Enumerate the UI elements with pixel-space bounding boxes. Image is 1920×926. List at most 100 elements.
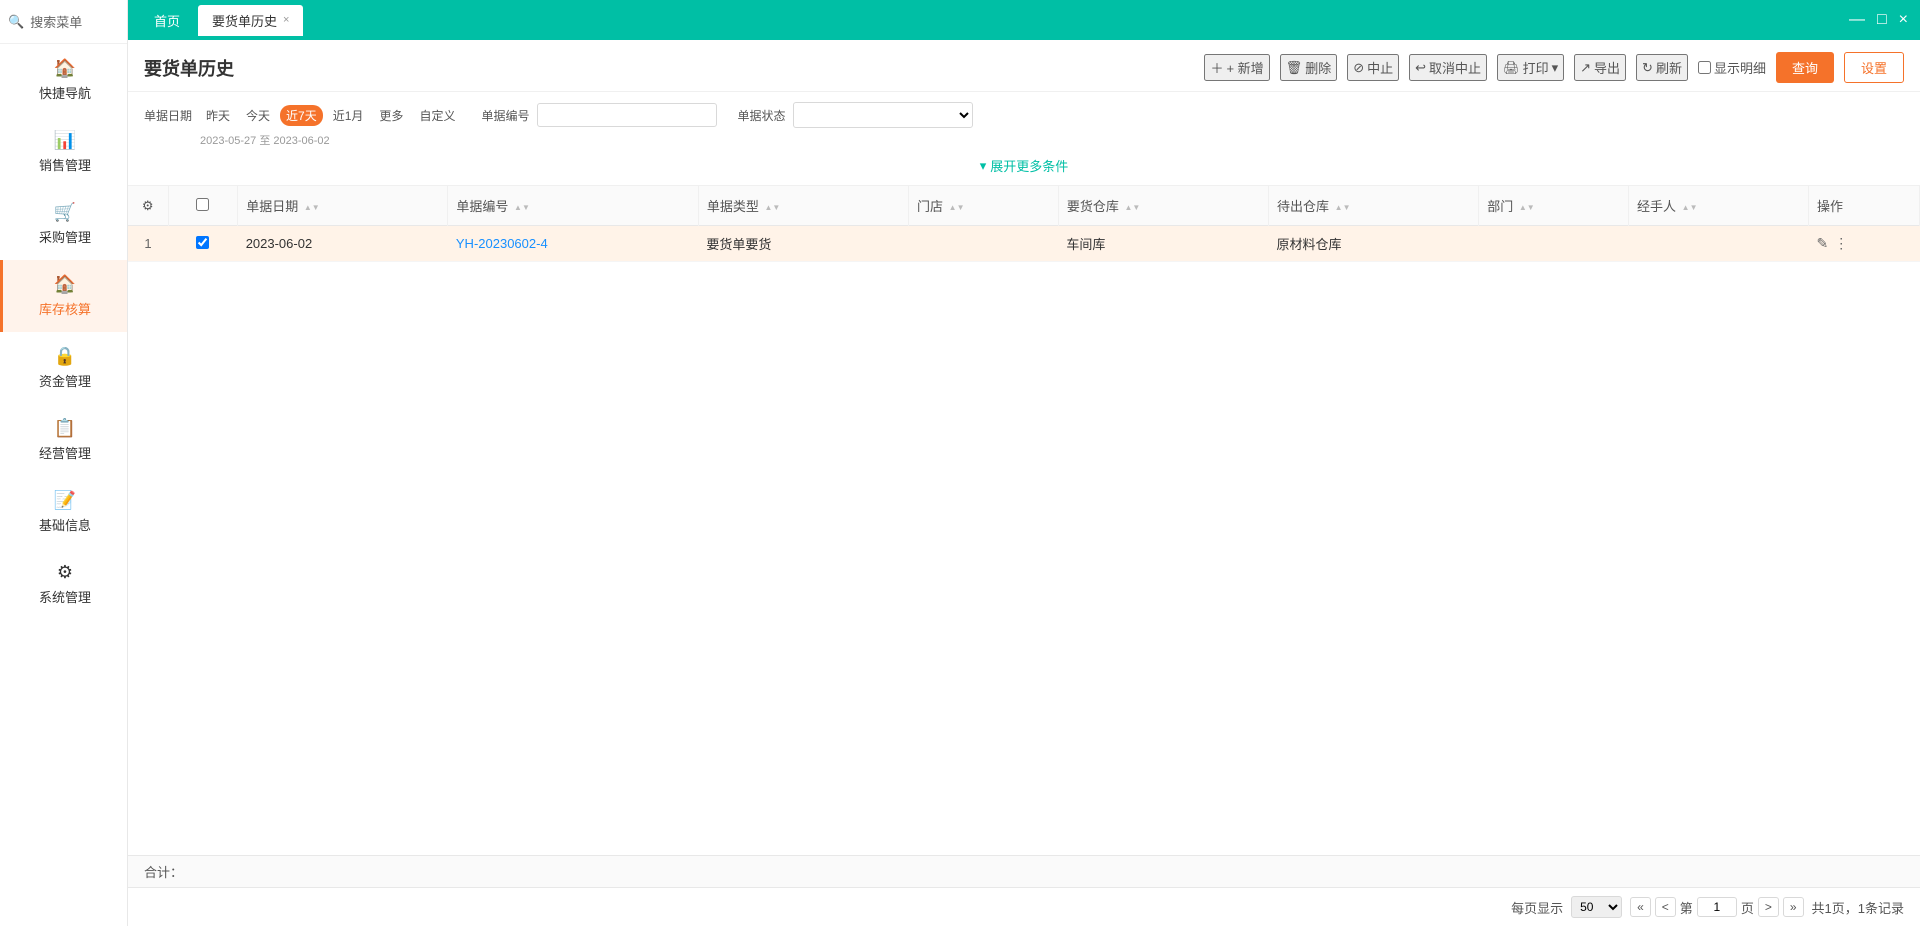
sidebar: 🔍 搜索菜单 🏠 快捷导航 📊 销售管理 🛒 采购管理 🏠 库存核算 🔒 资金管… bbox=[0, 0, 128, 926]
row-actions: ✎ ⋮ bbox=[1809, 226, 1920, 262]
row-edit-icon[interactable]: ✎ bbox=[1817, 235, 1829, 252]
sidebar-item-inventory[interactable]: 🏠 库存核算 bbox=[0, 260, 127, 332]
sort-docno-icon[interactable]: ▲▼ bbox=[514, 203, 530, 212]
date-filter-group: 单据日期 昨天 今天 近7天 近1月 更多 自定义 bbox=[144, 105, 461, 126]
chart-icon: 📊 bbox=[54, 130, 76, 151]
toolbar: ＋ + 新增 🗑 删除 ⊘ 中止 ↩ 取消中止 🖨 打印 bbox=[1204, 52, 1904, 83]
table-footer: 合计： bbox=[128, 855, 1920, 887]
prev-page-btn[interactable]: < bbox=[1655, 897, 1676, 917]
sort-department-icon[interactable]: ▲▼ bbox=[1519, 203, 1535, 212]
print-button[interactable]: 🖨 打印 ▾ bbox=[1497, 54, 1564, 81]
date-range-display: 2023-05-27 至 2023-06-02 bbox=[200, 132, 330, 148]
settings-col-header[interactable]: ⚙ bbox=[128, 186, 168, 226]
cancel-stop-button[interactable]: ↩ 取消中止 bbox=[1409, 54, 1487, 81]
display-detail-toggle[interactable]: 显示明细 bbox=[1698, 58, 1766, 77]
shortcut-custom[interactable]: 自定义 bbox=[413, 105, 461, 126]
sidebar-item-basic[interactable]: 📝 基础信息 bbox=[0, 476, 127, 548]
page-label-after: 页 bbox=[1741, 898, 1754, 917]
sidebar-item-sales[interactable]: 📊 销售管理 bbox=[0, 116, 127, 188]
doc-icon: 📝 bbox=[54, 490, 76, 511]
maximize-icon[interactable]: □ bbox=[1877, 11, 1887, 29]
query-button[interactable]: 查询 bbox=[1776, 52, 1834, 83]
table-row: 1 2023-06-02 YH-20230602-4 要货单要货 车间库 原材料… bbox=[128, 226, 1920, 262]
main-area: 首页 要货单历史 × — □ × 要货单历史 ＋ + 新增 🗑 删除 bbox=[128, 0, 1920, 926]
refresh-icon: ↻ bbox=[1642, 60, 1653, 76]
sidebar-item-label: 销售管理 bbox=[39, 155, 91, 174]
doc-no-input[interactable] bbox=[537, 103, 717, 127]
shortcut-last1month[interactable]: 近1月 bbox=[327, 105, 370, 126]
row-more-icon[interactable]: ⋮ bbox=[1834, 235, 1848, 252]
page-size-select[interactable]: 50 10 20 100 bbox=[1571, 896, 1622, 918]
topbar: 首页 要货单历史 × — □ × bbox=[128, 0, 1920, 40]
filter-area: 单据日期 昨天 今天 近7天 近1月 更多 自定义 单据编号 单据状态 bbox=[128, 92, 1920, 186]
sort-date-icon[interactable]: ▲▼ bbox=[304, 203, 320, 212]
sidebar-item-label: 采购管理 bbox=[39, 227, 91, 246]
doc-no-link[interactable]: YH-20230602-4 bbox=[456, 236, 548, 251]
date-filter-label: 单据日期 bbox=[144, 107, 192, 124]
row-pending-warehouse: 原材料仓库 bbox=[1269, 226, 1479, 262]
search-icon: 🔍 bbox=[8, 14, 24, 30]
page-size-label: 每页显示 bbox=[1511, 898, 1563, 917]
row-date: 2023-06-02 bbox=[238, 226, 448, 262]
sidebar-search-label: 搜索菜单 bbox=[30, 12, 82, 31]
col-doc-type: 单据类型 ▲▼ bbox=[698, 186, 908, 226]
filter-row: 单据日期 昨天 今天 近7天 近1月 更多 自定义 单据编号 单据状态 bbox=[144, 102, 1904, 128]
settings-button[interactable]: 设置 bbox=[1844, 52, 1904, 83]
sidebar-item-finance[interactable]: 🔒 资金管理 bbox=[0, 332, 127, 404]
stop-button[interactable]: ⊘ 中止 bbox=[1347, 54, 1399, 81]
shortcut-more[interactable]: 更多 bbox=[373, 105, 409, 126]
tab-home[interactable]: 首页 bbox=[140, 5, 194, 36]
page-title: 要货单历史 bbox=[144, 55, 234, 81]
sidebar-item-label: 系统管理 bbox=[39, 587, 91, 606]
row-checkbox[interactable] bbox=[196, 236, 209, 249]
row-index: 1 bbox=[128, 226, 168, 262]
print-icon: 🖨 bbox=[1503, 60, 1520, 76]
sidebar-item-operation[interactable]: 📋 经营管理 bbox=[0, 404, 127, 476]
pagination: 每页显示 50 10 20 100 « < 第 页 > » 共1页，1条记录 bbox=[128, 887, 1920, 926]
cart-icon: 🛒 bbox=[54, 202, 76, 223]
sort-pending-warehouse-icon[interactable]: ▲▼ bbox=[1335, 203, 1351, 212]
row-checkbox-cell bbox=[168, 226, 238, 262]
home-tab-label: 首页 bbox=[154, 11, 180, 30]
window-close-icon[interactable]: × bbox=[1899, 11, 1908, 29]
home-icon: 🏠 bbox=[54, 58, 76, 79]
sidebar-item-purchase[interactable]: 🛒 采购管理 bbox=[0, 188, 127, 260]
sort-store-icon[interactable]: ▲▼ bbox=[949, 203, 965, 212]
sort-req-warehouse-icon[interactable]: ▲▼ bbox=[1124, 203, 1140, 212]
select-all-checkbox[interactable] bbox=[196, 198, 209, 211]
status-select[interactable] bbox=[793, 102, 973, 128]
next-page-btn[interactable]: > bbox=[1758, 897, 1779, 917]
tab-active[interactable]: 要货单历史 × bbox=[198, 5, 303, 36]
delete-button[interactable]: 🗑 删除 bbox=[1280, 54, 1338, 81]
page-number-input[interactable] bbox=[1697, 897, 1737, 917]
col-store: 门店 ▲▼ bbox=[909, 186, 1059, 226]
sidebar-search[interactable]: 🔍 搜索菜单 bbox=[0, 0, 127, 44]
minimize-icon[interactable]: — bbox=[1849, 11, 1865, 29]
expand-more-btn[interactable]: ▾ 展开更多条件 bbox=[144, 156, 1904, 175]
col-action: 操作 bbox=[1809, 186, 1920, 226]
sort-doctype-icon[interactable]: ▲▼ bbox=[764, 203, 780, 212]
status-filter-group: 单据状态 bbox=[737, 102, 973, 128]
row-store bbox=[909, 226, 1059, 262]
shortcut-last7days[interactable]: 近7天 bbox=[280, 105, 323, 126]
shortcut-yesterday[interactable]: 昨天 bbox=[200, 105, 236, 126]
sidebar-item-system[interactable]: ⚙ 系统管理 bbox=[0, 548, 127, 620]
col-doc-no: 单据编号 ▲▼ bbox=[448, 186, 698, 226]
warehouse-icon: 🏠 bbox=[54, 274, 76, 295]
col-pending-warehouse: 待出仓库 ▲▼ bbox=[1269, 186, 1479, 226]
last-page-btn[interactable]: » bbox=[1783, 897, 1804, 917]
add-button[interactable]: ＋ + 新增 bbox=[1204, 54, 1269, 81]
sort-handler-icon[interactable]: ▲▼ bbox=[1682, 203, 1698, 212]
status-label: 单据状态 bbox=[737, 107, 785, 124]
export-button[interactable]: ↗ 导出 bbox=[1574, 54, 1626, 81]
close-tab-icon[interactable]: × bbox=[283, 14, 289, 26]
display-detail-checkbox[interactable] bbox=[1698, 61, 1711, 74]
sidebar-item-label: 资金管理 bbox=[39, 371, 91, 390]
first-page-btn[interactable]: « bbox=[1630, 897, 1651, 917]
col-date: 单据日期 ▲▼ bbox=[238, 186, 448, 226]
sidebar-item-quick-nav[interactable]: 🏠 快捷导航 bbox=[0, 44, 127, 116]
delete-icon: 🗑 bbox=[1286, 60, 1303, 76]
refresh-button[interactable]: ↻ 刷新 bbox=[1636, 54, 1688, 81]
shortcut-today[interactable]: 今天 bbox=[240, 105, 276, 126]
row-doc-no: YH-20230602-4 bbox=[448, 226, 698, 262]
